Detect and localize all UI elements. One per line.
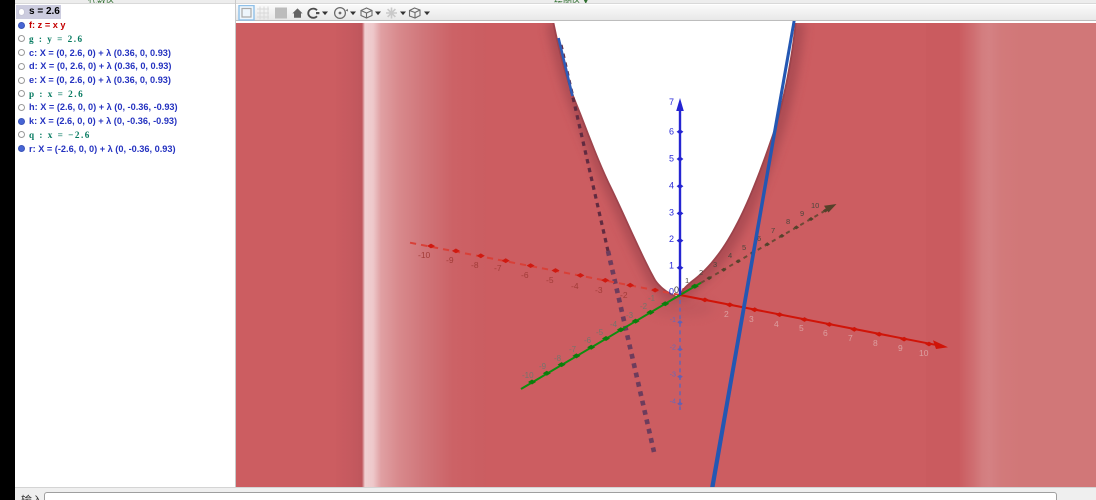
- svg-text:-8: -8: [471, 260, 479, 270]
- svg-text:-4: -4: [571, 281, 579, 291]
- svg-text:-4: -4: [670, 397, 676, 406]
- svg-text:2: 2: [724, 309, 729, 319]
- svg-text:1: 1: [669, 261, 674, 271]
- svg-text:7: 7: [771, 226, 775, 235]
- svg-text:-9: -9: [446, 255, 454, 265]
- svg-text:-8: -8: [554, 354, 562, 363]
- svg-text:-10: -10: [522, 371, 534, 380]
- svg-text:6: 6: [823, 328, 828, 338]
- svg-text:2: 2: [699, 268, 703, 277]
- svg-text:8: 8: [873, 338, 878, 348]
- svg-text:7: 7: [848, 333, 853, 343]
- svg-text:10: 10: [811, 201, 819, 210]
- svg-text:-10: -10: [418, 250, 431, 260]
- svg-text:10: 10: [919, 348, 929, 358]
- svg-text:3: 3: [713, 260, 717, 269]
- svg-text:-2: -2: [620, 290, 628, 300]
- svg-text:5: 5: [742, 243, 746, 252]
- svg-text:-5: -5: [596, 328, 604, 337]
- svg-text:5: 5: [669, 154, 674, 164]
- svg-text:-7: -7: [569, 345, 577, 354]
- svg-text:9: 9: [800, 209, 804, 218]
- svg-text:9: 9: [898, 343, 903, 353]
- svg-text:3: 3: [749, 314, 754, 324]
- svg-text:0: 0: [674, 285, 679, 295]
- svg-text:1: 1: [685, 276, 689, 285]
- svg-text:-3: -3: [626, 311, 634, 320]
- svg-text:6: 6: [669, 127, 674, 137]
- svg-text:-5: -5: [546, 275, 554, 285]
- svg-text:7: 7: [669, 97, 674, 107]
- svg-text:-7: -7: [494, 263, 502, 273]
- svg-text:-3: -3: [595, 285, 603, 295]
- svg-text:4: 4: [669, 181, 674, 191]
- svg-text:-2: -2: [670, 343, 676, 352]
- svg-text:-9: -9: [539, 362, 547, 371]
- svg-text:-1: -1: [670, 315, 676, 324]
- svg-text:-1: -1: [648, 294, 656, 303]
- svg-text:-3: -3: [670, 370, 676, 379]
- svg-text:2: 2: [669, 234, 674, 244]
- svg-text:-6: -6: [584, 336, 592, 345]
- svg-text:4: 4: [774, 319, 779, 329]
- svg-text:3: 3: [669, 208, 674, 218]
- svg-text:8: 8: [786, 217, 790, 226]
- svg-text:5: 5: [799, 323, 804, 333]
- svg-text:-4: -4: [610, 320, 618, 329]
- svg-text:4: 4: [728, 251, 732, 260]
- svg-text:-2: -2: [640, 302, 648, 311]
- svg-text:-6: -6: [521, 270, 529, 280]
